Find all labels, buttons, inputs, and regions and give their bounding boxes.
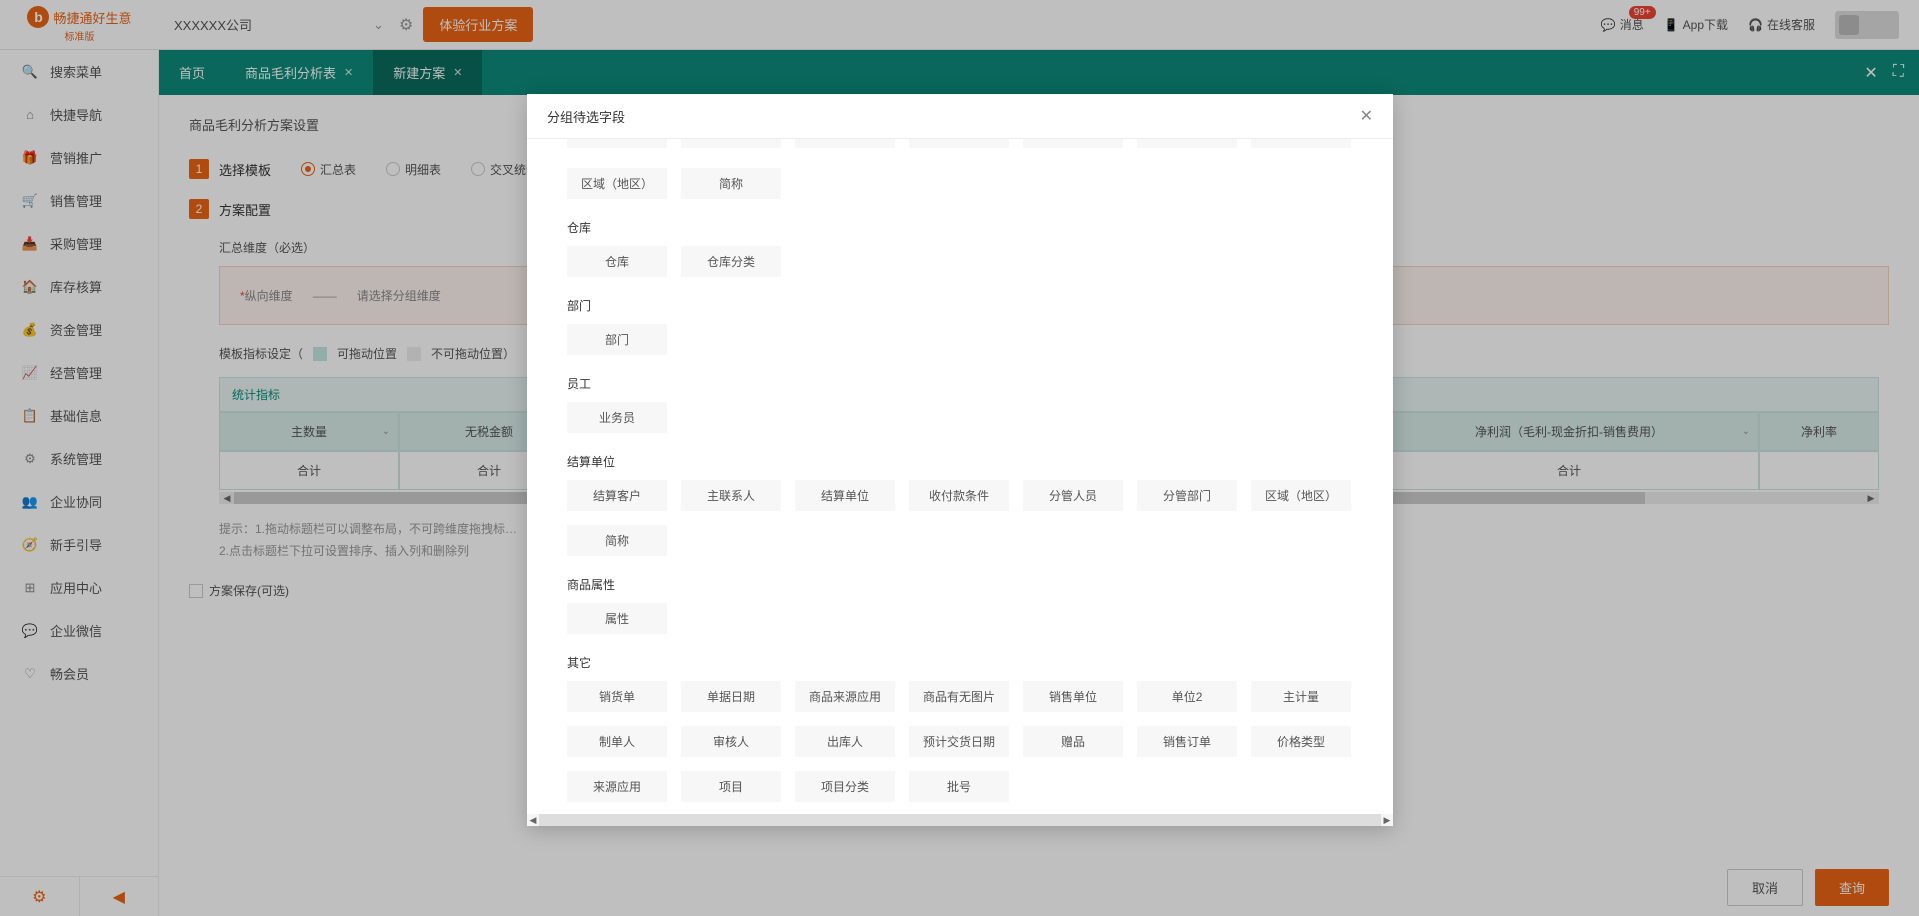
field-group-title: 商品属性	[567, 576, 1353, 593]
field-tag[interactable]: 商品来源应用	[795, 681, 895, 712]
field-tag[interactable]: 销售订单	[1137, 726, 1237, 757]
field-group: 员工业务员	[567, 375, 1353, 433]
field-tag[interactable]: 销货单	[567, 681, 667, 712]
field-tag[interactable]: 简称	[567, 525, 667, 556]
field-tag[interactable]: 区域（地区）	[567, 168, 667, 199]
field-tag[interactable]: 主计量	[1251, 681, 1351, 712]
field-selection-modal: 分组待选字段 ✕ 省/…省/分类分管部门分管人员主联系人主联系人…销售单位 区域…	[527, 94, 1393, 826]
field-tag[interactable]: 批号	[909, 771, 1009, 802]
field-tag[interactable]: 项目	[681, 771, 781, 802]
field-group: 部门部门	[567, 297, 1353, 355]
field-tag[interactable]: 出库人	[795, 726, 895, 757]
field-group-title: 结算单位	[567, 453, 1353, 470]
close-icon[interactable]: ✕	[1360, 106, 1373, 126]
field-tag[interactable]: 销售单位	[1251, 139, 1351, 148]
field-tag[interactable]: 商品有无图片	[909, 681, 1009, 712]
field-tag[interactable]: 来源应用	[567, 771, 667, 802]
field-row: 区域（地区） 简称	[567, 168, 1353, 199]
field-group-title: 其它	[567, 654, 1353, 671]
field-tags: 部门	[567, 324, 1353, 355]
field-tag[interactable]: 单位2	[1137, 681, 1237, 712]
field-tag[interactable]: 区域（地区）	[1251, 480, 1351, 511]
field-group-title: 仓库	[567, 219, 1353, 236]
modal-header: 分组待选字段 ✕	[527, 94, 1393, 139]
field-tag[interactable]: 仓库	[567, 246, 667, 277]
field-tags: 仓库仓库分类	[567, 246, 1353, 277]
field-group: 商品属性属性	[567, 576, 1353, 634]
field-tag[interactable]: 价格类型	[1251, 726, 1351, 757]
field-tags: 销货单单据日期商品来源应用商品有无图片销售单位单位2 主计量制单人审核人出库人预计…	[567, 681, 1353, 802]
modal-horizontal-scrollbar[interactable]: ◀ ▶	[527, 814, 1393, 826]
field-tag[interactable]: 仓库分类	[681, 246, 781, 277]
field-tags: 业务员	[567, 402, 1353, 433]
field-group: 结算单位结算客户主联系人结算单位收付款条件分管人员分管部门区域（地区）简称	[567, 453, 1353, 556]
field-tag[interactable]: 分管部门	[795, 139, 895, 148]
field-tag[interactable]: 主联系人	[1023, 139, 1123, 148]
field-tag[interactable]: 销售单位	[1023, 681, 1123, 712]
field-tag[interactable]: 结算客户	[567, 480, 667, 511]
field-group-title: 员工	[567, 375, 1353, 392]
field-row-partial: 省/… 省/分类 分管部门 分管人员 主联系人 主联系人… 销售单位	[567, 139, 1353, 148]
field-tag[interactable]: 分管部门	[1137, 480, 1237, 511]
field-tag[interactable]: 制单人	[567, 726, 667, 757]
field-tag[interactable]: 单据日期	[681, 681, 781, 712]
field-group: 仓库仓库仓库分类	[567, 219, 1353, 277]
field-tag[interactable]: 主联系人	[681, 480, 781, 511]
field-tag[interactable]: 分管人员	[1023, 480, 1123, 511]
field-tag[interactable]: 项目分类	[795, 771, 895, 802]
field-tag[interactable]: 收付款条件	[909, 480, 1009, 511]
field-tag[interactable]: 省/…	[567, 139, 667, 148]
field-tags: 属性	[567, 603, 1353, 634]
scroll-thumb[interactable]	[539, 814, 1381, 826]
field-tag[interactable]: 省/分类	[681, 139, 781, 148]
field-tag[interactable]: 预计交货日期	[909, 726, 1009, 757]
field-tag[interactable]: 结算单位	[795, 480, 895, 511]
field-tag[interactable]: 简称	[681, 168, 781, 199]
field-tag[interactable]: 分管人员	[909, 139, 1009, 148]
field-group: 其它销货单单据日期商品来源应用商品有无图片销售单位单位2 主计量制单人审核人出库人…	[567, 654, 1353, 802]
field-tag[interactable]: 业务员	[567, 402, 667, 433]
field-tags: 结算客户主联系人结算单位收付款条件分管人员分管部门区域（地区） 简称	[567, 480, 1353, 556]
field-tag[interactable]: 审核人	[681, 726, 781, 757]
scroll-left-icon[interactable]: ◀	[527, 814, 539, 826]
scroll-right-icon[interactable]: ▶	[1381, 814, 1393, 826]
field-tag[interactable]: 部门	[567, 324, 667, 355]
field-group-title: 部门	[567, 297, 1353, 314]
field-tag[interactable]: 赠品	[1023, 726, 1123, 757]
modal-body: 省/…省/分类分管部门分管人员主联系人主联系人…销售单位 区域（地区）简称 仓库…	[527, 139, 1393, 814]
field-tag[interactable]: 主联系人…	[1137, 139, 1237, 148]
field-tag[interactable]: 属性	[567, 603, 667, 634]
modal-title: 分组待选字段	[547, 107, 625, 126]
